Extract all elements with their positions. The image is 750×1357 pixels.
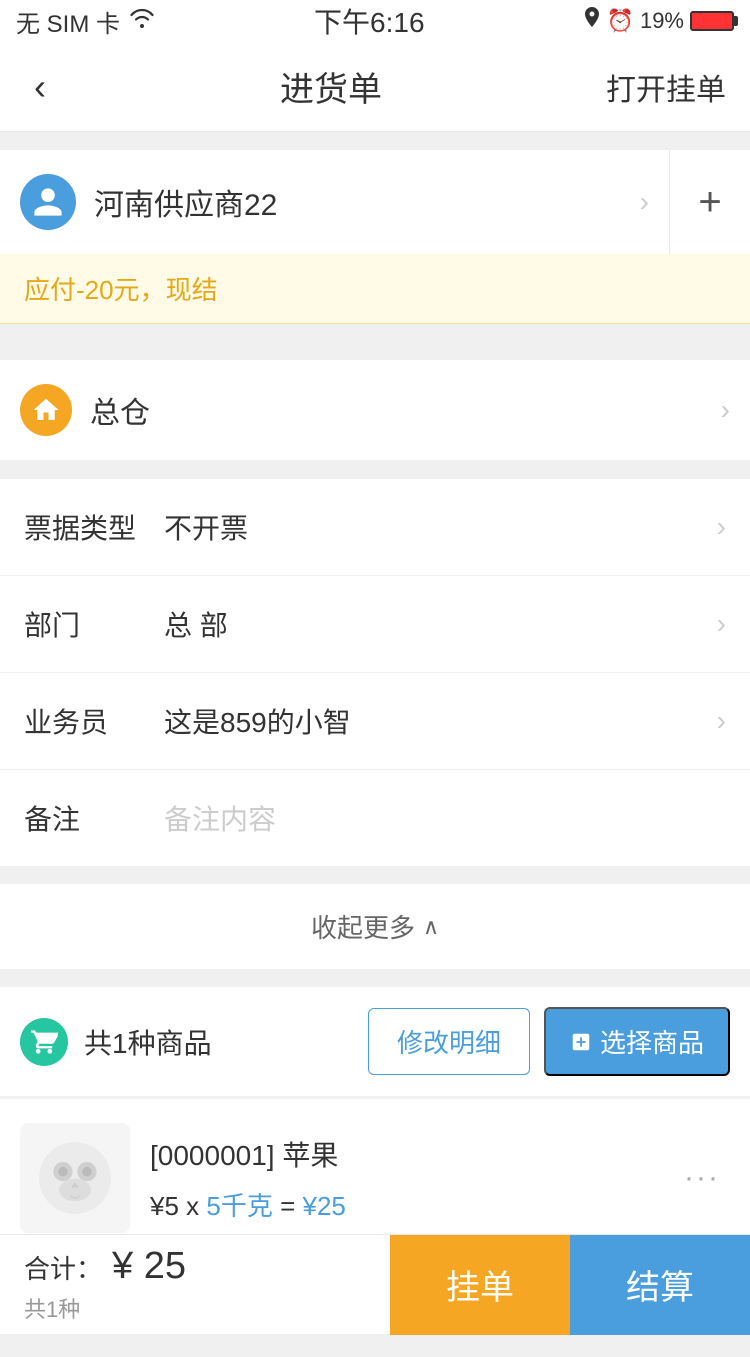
- equals: =: [280, 1191, 302, 1221]
- supplier-name: 河南供应商22: [94, 180, 630, 224]
- collapse-arrow-icon: ∧: [423, 914, 439, 940]
- status-time: 下午6:16: [314, 1, 425, 41]
- back-button[interactable]: ‹: [24, 56, 56, 118]
- invoice-type-row[interactable]: 票据类型 不开票 ›: [0, 479, 750, 576]
- chevron-right-icon: ›: [717, 511, 726, 543]
- carrier-text: 无 SIM 卡: [16, 4, 120, 39]
- bottom-bar: 合计： ¥ 25 共1种 挂单 结算: [0, 1234, 750, 1334]
- page-title: 进货单: [280, 62, 382, 111]
- product-image: [35, 1138, 115, 1218]
- product-header-icon: [20, 1018, 68, 1066]
- department-label: 部门: [24, 604, 164, 644]
- status-right: ⏰ 19%: [583, 7, 734, 35]
- wifi-icon: [128, 7, 156, 35]
- total-label: 合计：: [24, 1249, 102, 1286]
- supplier-section: 河南供应商22 › +: [0, 150, 750, 254]
- hang-button[interactable]: 挂单: [390, 1235, 570, 1335]
- select-product-label: 选择商品: [600, 1023, 704, 1060]
- chevron-right-icon: ›: [717, 705, 726, 737]
- battery-icon: [690, 11, 734, 31]
- select-product-button[interactable]: 选择商品: [544, 1007, 730, 1076]
- department-row[interactable]: 部门 总 部 ›: [0, 576, 750, 673]
- status-bar: 无 SIM 卡 下午6:16 ⏰ 19%: [0, 0, 750, 42]
- warehouse-name: 总仓: [90, 388, 711, 432]
- supplier-selector[interactable]: 河南供应商22 ›: [0, 150, 670, 254]
- checkout-button[interactable]: 结算: [570, 1235, 750, 1335]
- total-sub: 共1种: [24, 1292, 366, 1324]
- chevron-right-icon: ›: [640, 186, 649, 218]
- product-header: 共1种商品 修改明细 选择商品: [0, 987, 750, 1096]
- product-code: [0000001] 苹果: [150, 1140, 338, 1171]
- product-more-button[interactable]: ···: [674, 1151, 730, 1205]
- total-amount: ¥ 25: [112, 1245, 186, 1288]
- remark-input[interactable]: 备注内容: [164, 798, 726, 838]
- gap-1: [0, 132, 750, 150]
- select-product-icon: [570, 1031, 592, 1053]
- collapse-bar[interactable]: 收起更多 ∧: [0, 884, 750, 969]
- invoice-type-label: 票据类型: [24, 507, 164, 547]
- salesperson-value: 这是859的小智: [164, 701, 707, 741]
- invoice-type-value: 不开票: [164, 507, 707, 547]
- warehouse-selector[interactable]: 总仓 ›: [0, 360, 750, 461]
- total-row: 合计： ¥ 25: [24, 1245, 366, 1288]
- nav-bar: ‹ 进货单 打开挂单: [0, 42, 750, 132]
- notice-text: 应付-20元，现结: [24, 275, 218, 305]
- product-name: [0000001] 苹果: [150, 1134, 674, 1174]
- open-hang-button[interactable]: 打开挂单: [606, 65, 726, 109]
- total-section: 合计： ¥ 25 共1种: [0, 1245, 390, 1324]
- cart-icon: [30, 1028, 58, 1056]
- unit-price: ¥5 x: [150, 1191, 206, 1221]
- supplier-avatar: [20, 174, 76, 230]
- location-icon: [583, 7, 601, 35]
- chevron-right-icon: ›: [721, 394, 730, 426]
- department-value: 总 部: [164, 604, 707, 644]
- chevron-right-icon: ›: [717, 608, 726, 640]
- product-thumbnail: [20, 1123, 130, 1233]
- form-section: 票据类型 不开票 › 部门 总 部 › 业务员 这是859的小智 › 备注 备注…: [0, 479, 750, 866]
- add-supplier-button[interactable]: +: [670, 150, 750, 254]
- salesperson-row[interactable]: 业务员 这是859的小智 ›: [0, 673, 750, 770]
- edit-detail-button[interactable]: 修改明细: [368, 1008, 530, 1075]
- status-left: 无 SIM 卡: [16, 4, 156, 39]
- battery-percent: 19%: [640, 8, 684, 34]
- notice-bar: 应付-20元，现结: [0, 254, 750, 324]
- quantity: 5千克: [206, 1191, 272, 1221]
- warehouse-icon: [20, 384, 72, 436]
- product-count: 共1种商品: [84, 1022, 368, 1062]
- remark-label: 备注: [24, 798, 164, 838]
- remark-row[interactable]: 备注 备注内容: [0, 770, 750, 866]
- product-info: [0000001] 苹果 ¥5 x 5千克 = ¥25: [150, 1134, 674, 1223]
- gap-2: [0, 324, 750, 342]
- collapse-label: 收起更多: [311, 908, 415, 945]
- product-price-row: ¥5 x 5千克 = ¥25: [150, 1186, 674, 1223]
- alarm-icon: ⏰: [607, 8, 634, 34]
- home-icon: [31, 395, 61, 425]
- person-icon: [31, 185, 65, 219]
- subtotal: ¥25: [303, 1191, 346, 1221]
- salesperson-label: 业务员: [24, 701, 164, 741]
